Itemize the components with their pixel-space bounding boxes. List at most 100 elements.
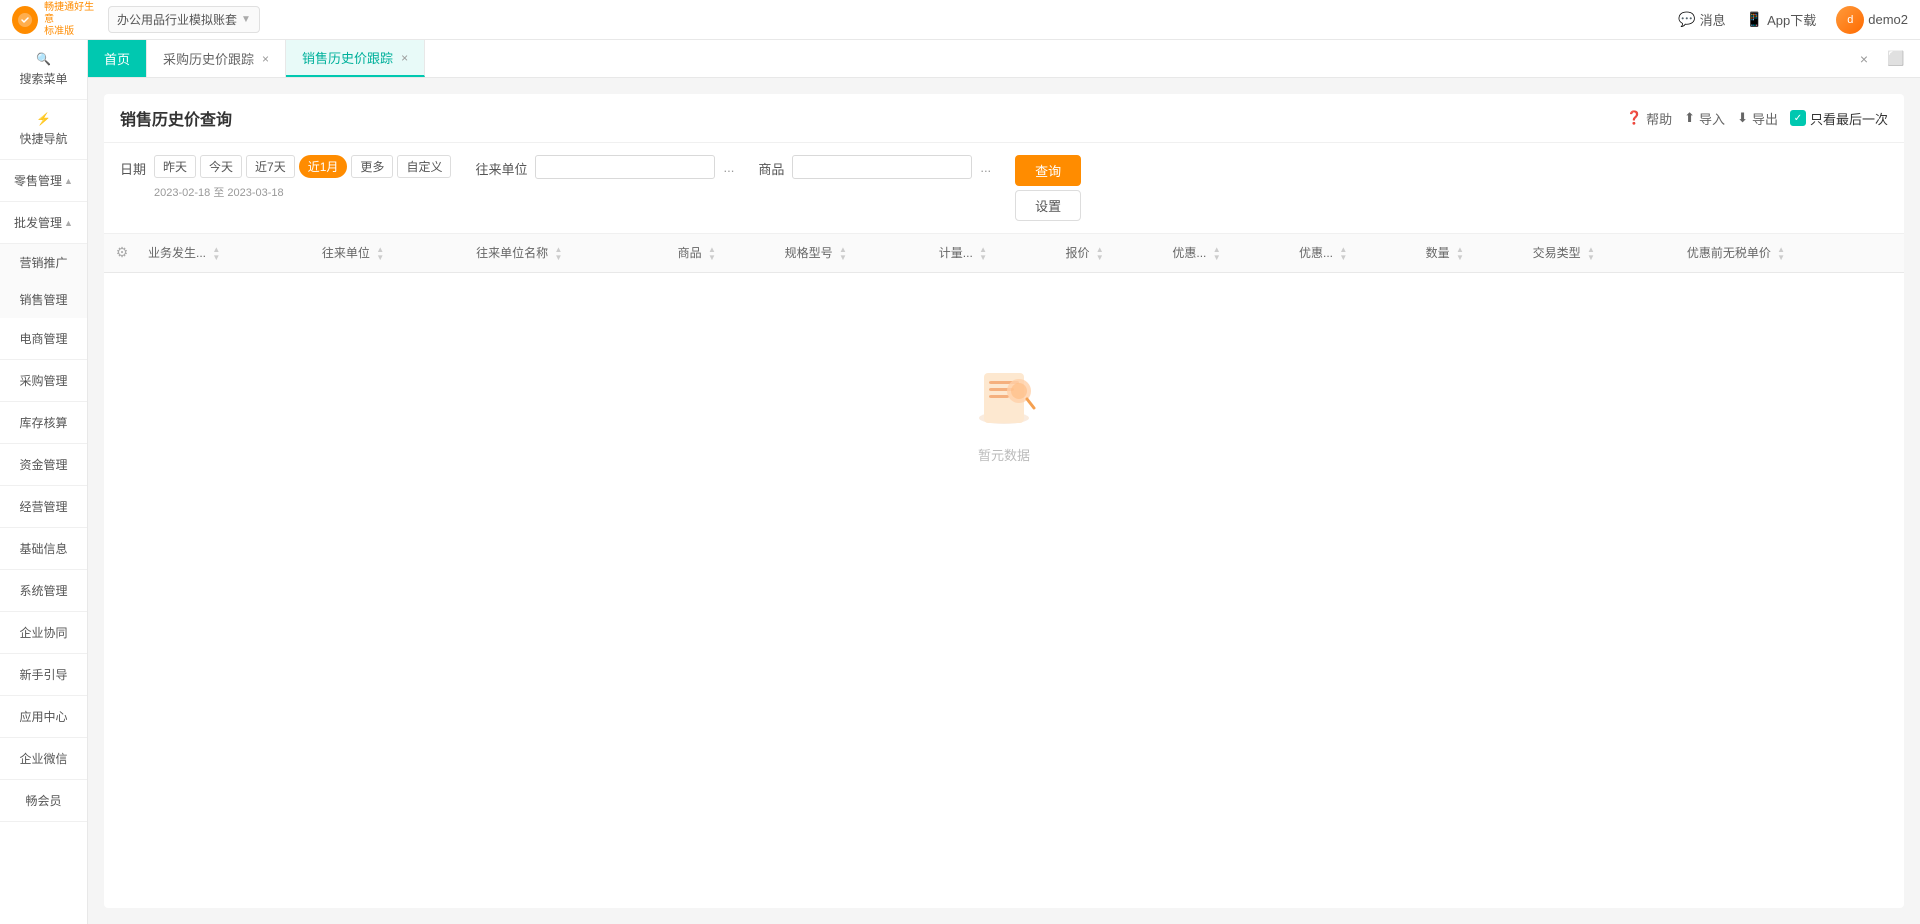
export-button[interactable]: ⬇ 导出 [1737,109,1778,128]
close-purchase-history-tab[interactable]: × [262,53,269,65]
sidebar-item-retail-mgmt[interactable]: 零售管理 ▲ [0,160,87,202]
sidebar-item-member[interactable]: 畅会员 [0,780,87,822]
sidebar-item-ecommerce-mgmt[interactable]: 电商管理 [0,318,87,360]
empty-text: 暂元数据 [978,445,1030,464]
import-icon: ⬆ [1684,110,1695,126]
col-pre-tax-price[interactable]: 优惠前无税单价 ▲▼ [1679,234,1904,272]
settings-button[interactable]: 设置 [1015,190,1081,221]
page-actions: ❓ 帮助 ⬆ 导入 ⬇ 导出 ✓ 只看最后一次 [1626,109,1888,128]
query-button[interactable]: 查询 [1015,155,1081,186]
date-label: 日期 [120,155,146,178]
goods-input-group: ... [792,155,991,179]
tab-bar-actions: × ⬜ [1852,47,1920,71]
date-btn-more[interactable]: 更多 [351,155,393,178]
date-btn-last7[interactable]: 近7天 [246,155,295,178]
tab-sales-history[interactable]: 销售历史价跟踪 × [286,40,425,77]
sidebar-item-enterprise[interactable]: 企业协同 [0,612,87,654]
user-profile[interactable]: d demo2 [1836,6,1908,34]
app-selector-label: 办公用品行业模拟账套 [117,11,237,28]
col-quantity[interactable]: 数量 ▲▼ [1418,234,1525,272]
col-spec[interactable]: 规格型号 ▲▼ [777,234,931,272]
date-btn-last1m[interactable]: 近1月 [299,155,348,178]
sidebar-item-sys-mgmt[interactable]: 系统管理 [0,570,87,612]
goods-input[interactable] [792,155,972,179]
partner-dots-button[interactable]: ... [723,160,734,175]
page-header: 销售历史价查询 ❓ 帮助 ⬆ 导入 ⬇ 导出 ✓ 只看最后一次 [104,94,1904,143]
sort-icon: ▲▼ [1456,246,1464,262]
sidebar-item-app-center[interactable]: 应用中心 [0,696,87,738]
table-container: ⚙ 业务发生... ▲▼ 往来单位 ▲▼ 往来单位名称 ▲▼ [104,234,1904,544]
close-sales-history-tab[interactable]: × [401,52,408,64]
app-download-button[interactable]: 📱 App下载 [1746,10,1817,29]
date-btn-yesterday[interactable]: 昨天 [154,155,196,178]
date-range-text: 2023-02-18 至 2023-03-18 [154,184,451,200]
sidebar-item-wholesale-mgmt[interactable]: 批发管理 ▲ [0,202,87,244]
import-button[interactable]: ⬆ 导入 [1684,109,1725,128]
col-goods[interactable]: 商品 ▲▼ [670,234,777,272]
col-partner-name[interactable]: 往来单位名称 ▲▼ [468,234,670,272]
sidebar-item-purchase-mgmt[interactable]: 采购管理 [0,360,87,402]
page-title: 销售历史价查询 [120,106,232,130]
sidebar-item-enterprise-wechat[interactable]: 企业微信 [0,738,87,780]
chevron-down-icon: ▼ [241,14,251,25]
sort-icon: ▲▼ [1096,246,1104,262]
sort-icon: ▲▼ [839,246,847,262]
partner-input-group: ... [535,155,734,179]
top-bar: 畅捷通好生意 标准版 办公用品行业模拟账套 ▼ 💬 消息 📱 App下载 d d… [0,0,1920,40]
arrow-icon: ▲ [64,218,73,228]
date-btn-custom[interactable]: 自定义 [397,155,451,178]
sort-icon: ▲▼ [555,246,563,262]
nav-icon: ⚡ [36,112,51,126]
message-icon: 💬 [1678,11,1695,28]
col-settings[interactable]: ⚙ [104,234,140,272]
sort-icon: ▲▼ [212,246,220,262]
date-options: 昨天 今天 近7天 近1月 更多 自定义 2023-02-18 至 2023-0… [154,155,451,200]
partner-input[interactable] [535,155,715,179]
logo-icon [12,6,38,34]
sort-icon: ▲▼ [979,246,987,262]
goods-dots-button[interactable]: ... [980,160,991,175]
date-filter-group: 日期 昨天 今天 近7天 近1月 更多 自定义 2023-02-18 至 202… [120,155,451,200]
export-icon: ⬇ [1737,110,1748,126]
empty-illustration [964,353,1044,433]
sort-icon: ▲▼ [708,246,716,262]
tab-bar: 首页 采购历史价跟踪 × 销售历史价跟踪 × × ⬜ [88,40,1920,78]
maximize-button[interactable]: ⬜ [1884,47,1908,71]
goods-filter-group: 商品 ... [758,155,991,179]
sidebar-item-quick-nav[interactable]: ⚡ 快捷导航 [0,100,87,160]
sidebar-item-marketing[interactable]: 营销推广 [0,244,87,281]
sidebar-item-inventory[interactable]: 库存核算 [0,402,87,444]
col-quoted-price[interactable]: 报价 ▲▼ [1057,234,1164,272]
gear-icon[interactable]: ⚙ [116,244,129,260]
col-discount2[interactable]: 优惠... ▲▼ [1291,234,1418,272]
col-trade-type[interactable]: 交易类型 ▲▼ [1525,234,1679,272]
sidebar-item-guide[interactable]: 新手引导 [0,654,87,696]
sort-icon: ▲▼ [1587,246,1595,262]
tab-sales-history-label: 销售历史价跟踪 [302,48,393,67]
filter-buttons: 查询 设置 [1015,155,1081,221]
tab-home[interactable]: 首页 [88,40,147,77]
help-button[interactable]: ❓ 帮助 [1626,109,1672,128]
sidebar-item-ops-mgmt[interactable]: 经营管理 [0,486,87,528]
only-last-checkbox[interactable]: ✓ 只看最后一次 [1790,109,1888,128]
col-discount1[interactable]: 优惠... ▲▼ [1164,234,1291,272]
arrow-icon: ▲ [64,176,73,186]
table-header-row: ⚙ 业务发生... ▲▼ 往来单位 ▲▼ 往来单位名称 ▲▼ [104,234,1904,272]
col-unit[interactable]: 计量... ▲▼ [931,234,1058,272]
sidebar-item-search-menu[interactable]: 🔍 搜索菜单 [0,40,87,100]
sidebar-item-finance-mgmt[interactable]: 资金管理 [0,444,87,486]
tab-purchase-history-label: 采购历史价跟踪 [163,49,254,68]
sidebar: 🔍 搜索菜单 ⚡ 快捷导航 零售管理 ▲ 批发管理 ▲ 营销推广 销售管理 电商… [0,40,88,924]
app-selector[interactable]: 办公用品行业模拟账套 ▼ [108,6,260,33]
logo-area: 畅捷通好生意 标准版 [12,2,100,38]
message-button[interactable]: 💬 消息 [1678,10,1725,29]
sidebar-item-sales-mgmt[interactable]: 销售管理 [0,281,87,318]
close-all-tabs-button[interactable]: × [1852,47,1876,71]
tab-purchase-history[interactable]: 采购历史价跟踪 × [147,40,286,77]
col-partner-code[interactable]: 往来单位 ▲▼ [314,234,468,272]
date-btn-today[interactable]: 今天 [200,155,242,178]
sidebar-sub-items-wholesale: 营销推广 销售管理 [0,244,87,318]
phone-icon: 📱 [1746,11,1763,28]
col-biz-date[interactable]: 业务发生... ▲▼ [140,234,314,272]
sidebar-item-basic-info[interactable]: 基础信息 [0,528,87,570]
